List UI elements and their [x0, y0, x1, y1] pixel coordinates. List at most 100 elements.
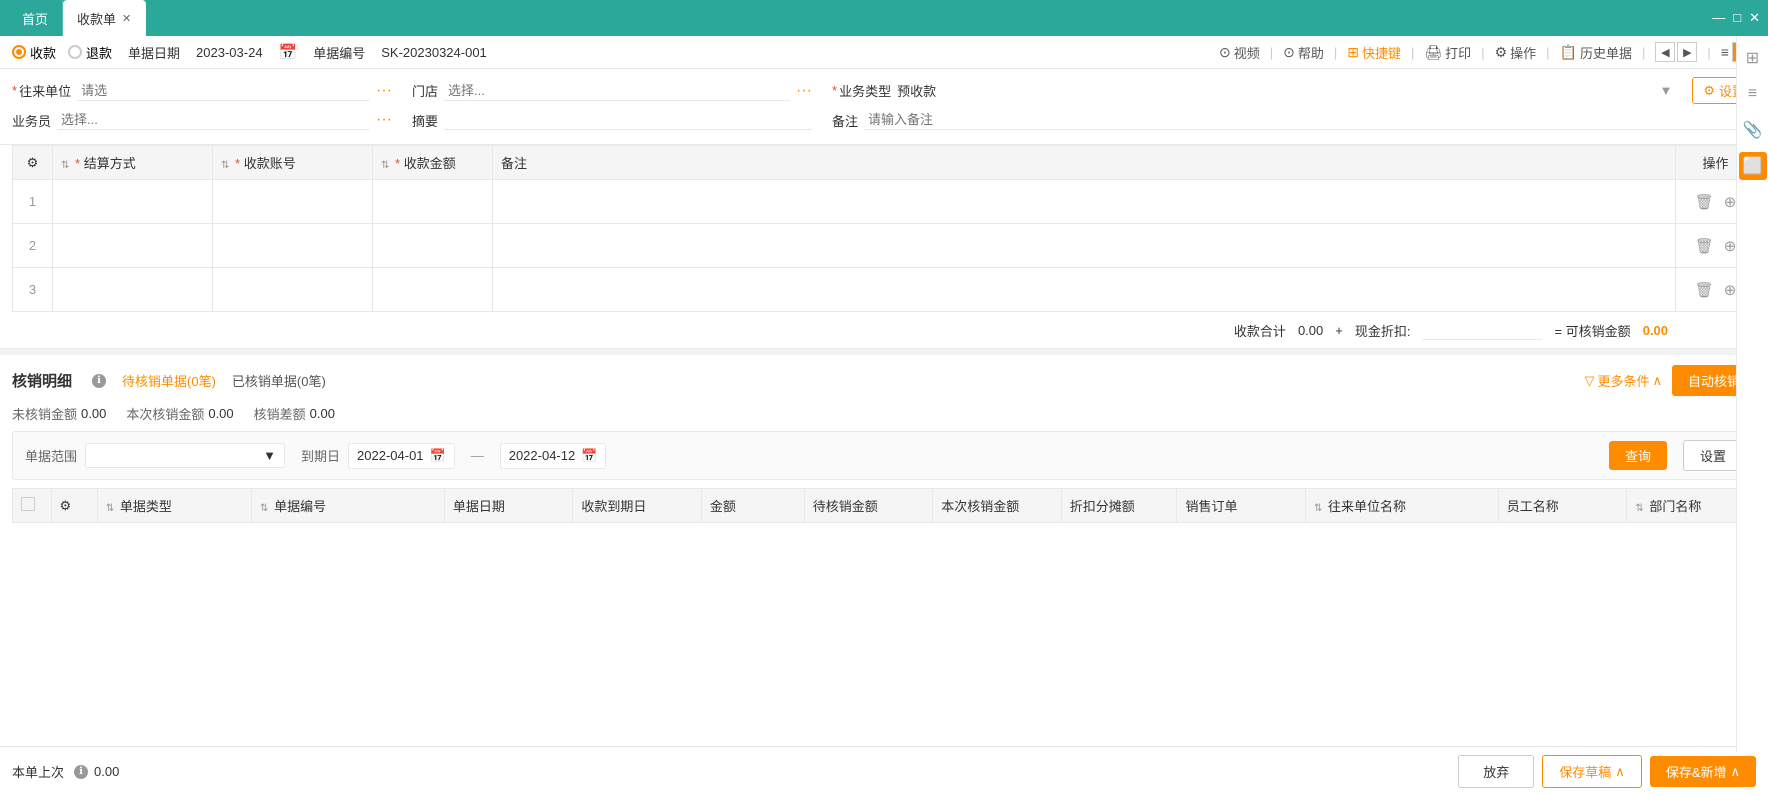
col-pending-amount-label: 待核销金额: [813, 499, 878, 514]
range-label: 单据范围: [25, 446, 77, 465]
row1-remark[interactable]: [493, 180, 1676, 224]
row3-delete-btn[interactable]: 🗑: [1693, 279, 1716, 301]
refund-radio-circle: [68, 45, 82, 59]
date-from-value: 2022-04-01: [357, 448, 424, 463]
diff-label: 核销差额: [254, 404, 306, 423]
help-action[interactable]: ⊙ 帮助: [1283, 43, 1324, 62]
form-row-2: 业务员 ··· 摘要 备注: [12, 110, 1756, 130]
footer-info-icon[interactable]: ℹ: [74, 765, 88, 779]
calendar-icon-to: 📅: [581, 448, 597, 464]
col-amount: ⇅ * 收款金额: [373, 146, 493, 180]
calendar-icon[interactable]: 📅: [279, 43, 298, 61]
footer: 本单上次 ℹ 0.00 放弃 保存草稿 ∧ 保存&新增 ∧: [0, 746, 1768, 796]
save-draft-btn[interactable]: 保存草稿 ∧: [1542, 755, 1642, 788]
query-btn[interactable]: 查询: [1609, 441, 1667, 470]
business-type-dropdown[interactable]: ▼: [1659, 83, 1672, 98]
counterpart-more-btn[interactable]: ···: [376, 82, 392, 100]
form-row-1: * 往来单位 ··· 门店 ··· * 业务类型 预收款 ▼ ⚙: [12, 77, 1756, 104]
date-from-field[interactable]: 2022-04-01 📅: [348, 443, 455, 469]
video-label: 视频: [1234, 43, 1260, 62]
salesperson-input[interactable]: [57, 110, 370, 130]
sidebar-table-icon[interactable]: ⊞: [1739, 44, 1767, 72]
stat-diff: 核销差额 0.00: [254, 404, 335, 423]
col-settlement: ⇅ * 结算方式: [53, 146, 213, 180]
counterpart-label: 往来单位: [19, 81, 71, 100]
print-action[interactable]: 🖨 打印: [1424, 43, 1471, 62]
row3-remark[interactable]: [493, 268, 1676, 312]
col-pending-amount: 待核销金额: [804, 489, 933, 523]
sidebar-document-icon[interactable]: ≡: [1739, 80, 1767, 108]
refund-radio[interactable]: 退款: [68, 43, 112, 62]
remark-input[interactable]: [864, 110, 1756, 130]
row1-delete-btn[interactable]: 🗑: [1693, 191, 1716, 213]
range-select[interactable]: ▼: [85, 443, 285, 468]
video-icon: ⊙: [1219, 44, 1231, 61]
sidebar-active-icon[interactable]: ⬜: [1739, 152, 1767, 180]
filter-settings-btn[interactable]: 设置: [1683, 440, 1743, 471]
minimize-btn[interactable]: —: [1712, 10, 1725, 26]
col-bt-settings[interactable]: ⚙: [51, 489, 97, 523]
row2-settlement[interactable]: [53, 224, 213, 268]
print-label: 打印: [1445, 43, 1471, 62]
tab-receipt[interactable]: 收款单 ✕: [63, 0, 146, 36]
verification-right: ▽ 更多条件 ∧ 自动核销: [1584, 365, 1756, 396]
salesperson-more-btn[interactable]: ···: [376, 111, 392, 129]
date-to-field[interactable]: 2022-04-12 📅: [500, 443, 607, 469]
row2-account[interactable]: [213, 224, 373, 268]
maximize-btn[interactable]: □: [1733, 10, 1741, 26]
sort-icon2: ⇅: [221, 160, 229, 171]
row3-account[interactable]: [213, 268, 373, 312]
footer-info: 本单上次 ℹ 0.00: [12, 762, 119, 781]
verified-link[interactable]: 已核销单据(0笔): [232, 371, 326, 390]
right-sidebar: ⊞ ≡ 📎 ⬜: [1736, 36, 1768, 752]
bill-date-value: 2023-03-24: [196, 45, 263, 60]
save-draft-arrow: ∧: [1615, 764, 1625, 780]
form-area: * 往来单位 ··· 门店 ··· * 业务类型 预收款 ▼ ⚙: [0, 69, 1768, 145]
row3-amount[interactable]: [373, 268, 493, 312]
sidebar-attachment-icon[interactable]: 📎: [1739, 116, 1767, 144]
shortcut-action[interactable]: ⊞ 快捷键: [1347, 43, 1401, 62]
toolbar: 收款 退款 单据日期 2023-03-24 📅 单据编号 SK-20230324…: [0, 36, 1768, 69]
counterpart-input[interactable]: [77, 81, 370, 101]
operation-action[interactable]: ⚙ 操作: [1495, 43, 1537, 62]
verifiable-label: = 可核销金额: [1554, 321, 1630, 340]
close-btn[interactable]: ✕: [1749, 10, 1760, 26]
row2-delete-btn[interactable]: 🗑: [1693, 235, 1716, 257]
discount-input[interactable]: [1422, 320, 1542, 340]
main-table-container: ⚙ ⇅ * 结算方式 ⇅ * 收款账号 ⇅ * 收款金额: [0, 145, 1768, 312]
current-label: 本次核销金额: [126, 404, 204, 423]
main-content: 收款 退款 单据日期 2023-03-24 📅 单据编号 SK-20230324…: [0, 36, 1768, 796]
tab-home[interactable]: 首页: [8, 0, 63, 36]
more-conditions-btn[interactable]: ▽ 更多条件 ∧: [1584, 371, 1662, 390]
store-more-btn[interactable]: ···: [796, 82, 812, 100]
verification-info-icon[interactable]: ℹ: [92, 374, 106, 388]
col-settings[interactable]: ⚙: [13, 146, 53, 180]
prev-arrow[interactable]: ◀: [1655, 42, 1675, 62]
receipt-radio-circle: [12, 45, 26, 59]
plus-sign: +: [1335, 323, 1343, 338]
col-settlement-label: 结算方式: [84, 156, 136, 171]
select-all-checkbox[interactable]: [21, 497, 35, 511]
row3-settlement[interactable]: [53, 268, 213, 312]
col-remark: 备注: [493, 146, 1676, 180]
business-type-value: 预收款: [897, 81, 1655, 100]
history-action[interactable]: 📋 历史单据: [1560, 43, 1632, 62]
save-new-btn[interactable]: 保存&新增 ∧: [1650, 756, 1756, 787]
row1-account[interactable]: [213, 180, 373, 224]
video-action[interactable]: ⊙ 视频: [1219, 43, 1260, 62]
col-sales-order: 销售订单: [1177, 489, 1306, 523]
pending-link[interactable]: 待核销单据(0笔): [122, 371, 216, 390]
row2-amount[interactable]: [373, 224, 493, 268]
store-input[interactable]: [444, 81, 790, 101]
toolbar-actions: ⊙ 视频 | ⊙ 帮助 | ⊞ 快捷键 | 🖨 打印 | ⚙ 操作: [1219, 42, 1756, 62]
next-arrow[interactable]: ▶: [1677, 42, 1697, 62]
receipt-radio[interactable]: 收款: [12, 43, 56, 62]
list-view-icon[interactable]: ≡: [1721, 44, 1729, 60]
summary-input[interactable]: [444, 110, 812, 130]
row2-remark[interactable]: [493, 224, 1676, 268]
row1-settlement[interactable]: [53, 180, 213, 224]
tab-close-icon[interactable]: ✕: [122, 12, 131, 25]
row1-amount[interactable]: [373, 180, 493, 224]
required-star: *: [75, 156, 80, 171]
abandon-btn[interactable]: 放弃: [1458, 755, 1534, 788]
